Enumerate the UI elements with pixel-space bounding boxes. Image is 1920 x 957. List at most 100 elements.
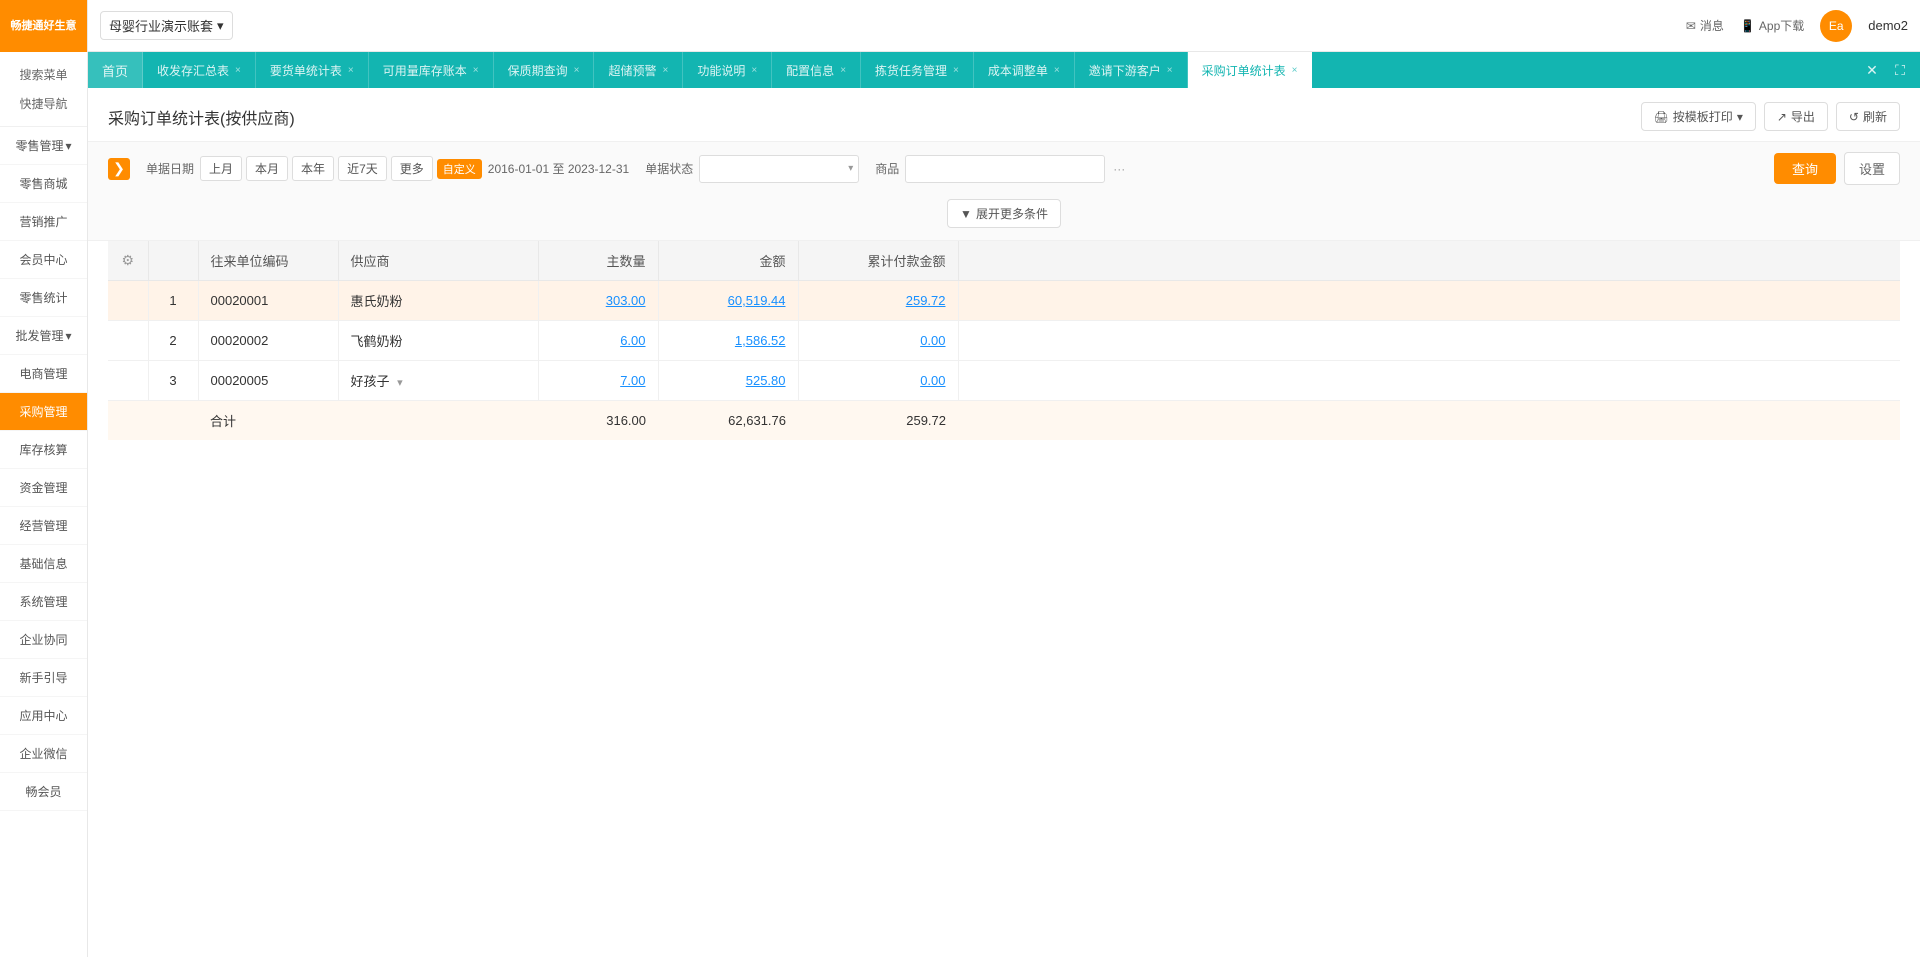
maximize-btn[interactable]: ⛶: [1888, 58, 1912, 82]
sidebar-item-purchase[interactable]: 采购管理: [0, 393, 87, 431]
sidebar-item-basic-info[interactable]: 基础信息: [0, 545, 87, 583]
goods-input[interactable]: [905, 155, 1105, 183]
message-btn[interactable]: ✉ 消息: [1686, 17, 1724, 34]
tab-close-icon[interactable]: ×: [348, 65, 354, 76]
sidebar-item-enterprise-wx[interactable]: 企业微信: [0, 735, 87, 773]
sidebar-item-app-center[interactable]: 应用中心: [0, 697, 87, 735]
tab-label: 功能说明: [697, 62, 745, 79]
app-download-label: App下载: [1759, 17, 1804, 34]
tab-close-icon[interactable]: ×: [574, 65, 580, 76]
account-dropdown[interactable]: 母婴行业演示账套 ▾: [100, 11, 233, 40]
paid-link[interactable]: 0.00: [920, 333, 945, 348]
settings-gear-icon[interactable]: ⚙: [121, 252, 134, 268]
sidebar-item-label: 营销推广: [19, 215, 67, 229]
sidebar-nav: 零售管理 ▾ 零售商城 营销推广 会员中心 零售统计 批发管理 ▾ 电商管理 采…: [0, 127, 87, 957]
tab-invite-customer[interactable]: 邀请下游客户 ×: [1075, 52, 1188, 88]
sidebar-item-membership[interactable]: 畅会员: [0, 773, 87, 811]
tab-function-desc[interactable]: 功能说明 ×: [683, 52, 772, 88]
filter-actions: 查询 设置: [1774, 152, 1900, 185]
sidebar-item-marketing[interactable]: 营销推广: [0, 203, 87, 241]
tab-overstock-alert[interactable]: 超储预警 ×: [594, 52, 683, 88]
tab-close-icon[interactable]: ×: [662, 65, 668, 76]
filter-area: ❯ 单据日期 上月 本月 本年 近7天 更多 自定义 2016-01-01 至 …: [88, 142, 1920, 241]
sidebar-item-label: 企业微信: [19, 747, 67, 761]
tab-home[interactable]: 首页: [88, 52, 143, 88]
sidebar-item-retail[interactable]: 零售管理 ▾: [0, 127, 87, 165]
sidebar-item-wholesale[interactable]: 批发管理 ▾: [0, 317, 87, 355]
amount-link[interactable]: 525.80: [746, 373, 786, 388]
sidebar-item-finance[interactable]: 资金管理: [0, 469, 87, 507]
tab-close-icon[interactable]: ×: [1167, 65, 1173, 76]
sidebar-item-label: 电商管理: [19, 367, 67, 381]
date-more-btn[interactable]: 更多: [391, 156, 433, 181]
row-no-cell: 3: [148, 361, 198, 401]
sidebar-item-inventory[interactable]: 库存核算: [0, 431, 87, 469]
filter-toggle-btn[interactable]: ❯: [108, 158, 130, 180]
row-qty-cell: 303.00: [538, 281, 658, 321]
qty-link[interactable]: 6.00: [620, 333, 645, 348]
sidebar-item-system[interactable]: 系统管理: [0, 583, 87, 621]
close-tab-btn[interactable]: ✕: [1860, 58, 1884, 82]
row-check-cell: [108, 361, 148, 401]
tab-available-stock[interactable]: 可用量库存账本 ×: [369, 52, 494, 88]
amount-link[interactable]: 1,586.52: [735, 333, 786, 348]
status-select[interactable]: [699, 155, 859, 183]
tab-cost-adjust[interactable]: 成本调整单 ×: [974, 52, 1075, 88]
sidebar-item-operations[interactable]: 经营管理: [0, 507, 87, 545]
user-avatar[interactable]: Ea: [1820, 10, 1852, 42]
sidebar-item-ecommerce[interactable]: 电商管理: [0, 355, 87, 393]
paid-link[interactable]: 259.72: [906, 293, 946, 308]
tab-close-icon[interactable]: ×: [1292, 65, 1298, 76]
sidebar-item-new-guide[interactable]: 新手引导: [0, 659, 87, 697]
print-label: 按模板打印: [1673, 108, 1733, 125]
print-button[interactable]: 🖨 按模板打印 ▾: [1641, 102, 1756, 131]
col-extra-header: [958, 241, 1900, 281]
sidebar-item-retail-mall[interactable]: 零售商城: [0, 165, 87, 203]
tab-config-info[interactable]: 配置信息 ×: [772, 52, 861, 88]
sidebar-item-label: 库存核算: [19, 443, 67, 457]
date-last-month-btn[interactable]: 上月: [200, 156, 242, 181]
sidebar-item-retail-stat[interactable]: 零售统计: [0, 279, 87, 317]
date-this-year-btn[interactable]: 本年: [292, 156, 334, 181]
goods-filter-label: 商品: [875, 160, 899, 177]
goods-more-icon[interactable]: ···: [1113, 162, 1125, 176]
tab-close-icon[interactable]: ×: [473, 65, 479, 76]
quick-nav-item[interactable]: 快捷导航: [6, 89, 81, 118]
amount-link[interactable]: 60,519.44: [728, 293, 786, 308]
tab-purchase-summary[interactable]: 采购订单统计表 ×: [1188, 52, 1313, 88]
topbar: 母婴行业演示账套 ▾ ✉ 消息 📱 App下载 Ea demo2: [88, 0, 1920, 52]
account-label: 母婴行业演示账套: [109, 16, 213, 35]
tab-close-icon[interactable]: ×: [1054, 65, 1060, 76]
tab-close-icon[interactable]: ×: [751, 65, 757, 76]
col-supplier-header: 供应商: [338, 241, 538, 281]
tab-close-icon[interactable]: ×: [953, 65, 959, 76]
col-paid-header: 累计付款金额: [798, 241, 958, 281]
refresh-button[interactable]: ↺ 刷新: [1836, 102, 1900, 131]
qty-link[interactable]: 7.00: [620, 373, 645, 388]
tab-pick-task[interactable]: 拣货任务管理 ×: [861, 52, 974, 88]
username-label[interactable]: demo2: [1868, 18, 1908, 33]
qty-link[interactable]: 303.00: [606, 293, 646, 308]
app-download-btn[interactable]: 📱 App下载: [1740, 17, 1804, 34]
search-menu-item[interactable]: 搜索菜单: [6, 60, 81, 89]
tab-expiry-query[interactable]: 保质期查询 ×: [494, 52, 595, 88]
expand-more-btn[interactable]: ▼ 展开更多条件: [947, 199, 1061, 228]
tab-order-summary[interactable]: 要货单统计表 ×: [256, 52, 369, 88]
app-logo-text: 畅捷通好生意: [11, 19, 77, 33]
paid-link[interactable]: 0.00: [920, 373, 945, 388]
tab-receive-summary[interactable]: 收发存汇总表 ×: [143, 52, 256, 88]
tab-close-icon[interactable]: ×: [840, 65, 846, 76]
sidebar-item-member[interactable]: 会员中心: [0, 241, 87, 279]
print-icon: 🖨: [1654, 110, 1669, 124]
sidebar-item-label: 会员中心: [19, 253, 67, 267]
expand-supplier-icon[interactable]: ▾: [397, 377, 403, 389]
tab-label: 拣货任务管理: [875, 62, 947, 79]
export-button[interactable]: ↗ 导出: [1764, 102, 1828, 131]
query-button[interactable]: 查询: [1774, 153, 1836, 184]
date-this-month-btn[interactable]: 本月: [246, 156, 288, 181]
settings-button[interactable]: 设置: [1844, 152, 1900, 185]
export-label: 导出: [1791, 108, 1815, 125]
date-7days-btn[interactable]: 近7天: [338, 156, 387, 181]
tab-close-icon[interactable]: ×: [235, 65, 241, 76]
sidebar-item-enterprise[interactable]: 企业协同: [0, 621, 87, 659]
